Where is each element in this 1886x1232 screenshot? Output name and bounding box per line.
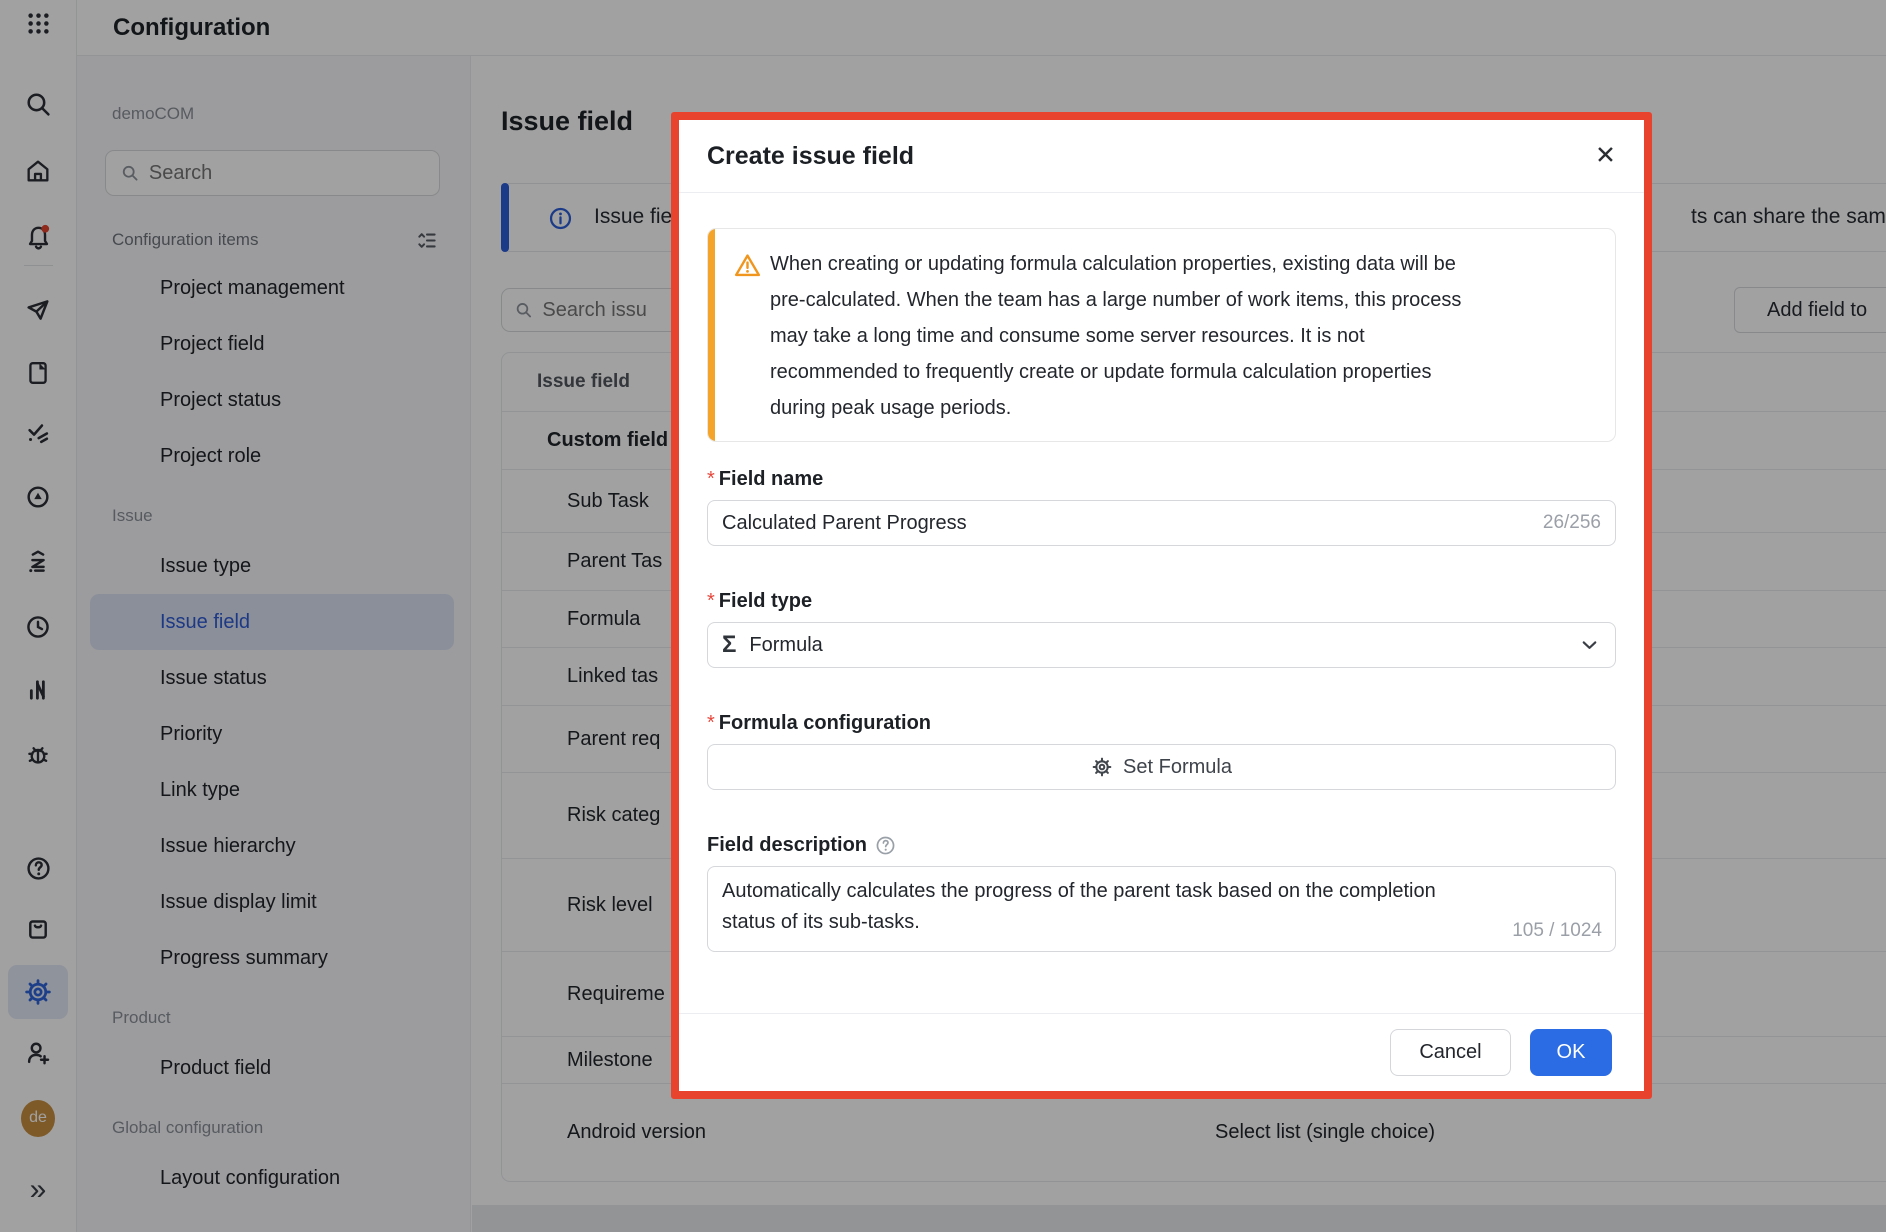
field-description-label: Field description [707,832,1616,858]
required-asterisk: * [707,711,715,734]
modal-title: Create issue field [707,141,915,170]
field-description-counter: 105 / 1024 [1512,920,1602,941]
ok-button[interactable]: OK [1530,1029,1612,1076]
warning-text: When creating or updating formula calcul… [770,253,1462,419]
required-asterisk: * [707,589,715,612]
field-name-value: Calculated Parent Progress [722,511,967,534]
modal-header: Create issue field ✕ [679,120,1644,193]
warning-callout: When creating or updating formula calcul… [707,228,1616,442]
chevron-down-icon [1578,634,1601,657]
field-type-value: Formula [749,633,823,656]
warning-triangle-icon [733,251,762,280]
field-description-textarea[interactable]: Automatically calculates the progress of… [707,866,1616,952]
required-asterisk: * [707,467,715,490]
close-icon[interactable]: ✕ [1595,143,1616,169]
create-issue-field-modal: Create issue field ✕ When creating or up… [671,112,1652,1099]
gear-icon [1092,757,1112,777]
field-name-input[interactable]: Calculated Parent Progress 26/256 [707,500,1616,546]
field-name-label: * Field name [707,467,824,490]
set-formula-label: Set Formula [1123,755,1232,778]
cancel-button[interactable]: Cancel [1390,1029,1511,1076]
field-type-label: * Field type [707,589,813,612]
modal-body: When creating or updating formula calcul… [679,228,1644,952]
warning-accent-bar [708,229,715,441]
help-circle-icon[interactable] [874,834,897,857]
sigma-formula-icon: Σ [722,631,737,658]
field-type-select[interactable]: Σ Formula [707,622,1616,668]
modal-footer: Cancel OK [679,1013,1644,1091]
set-formula-button[interactable]: Set Formula [707,744,1616,790]
formula-configuration-label: * Formula configuration [707,711,932,734]
field-name-counter: 26/256 [1542,512,1601,533]
